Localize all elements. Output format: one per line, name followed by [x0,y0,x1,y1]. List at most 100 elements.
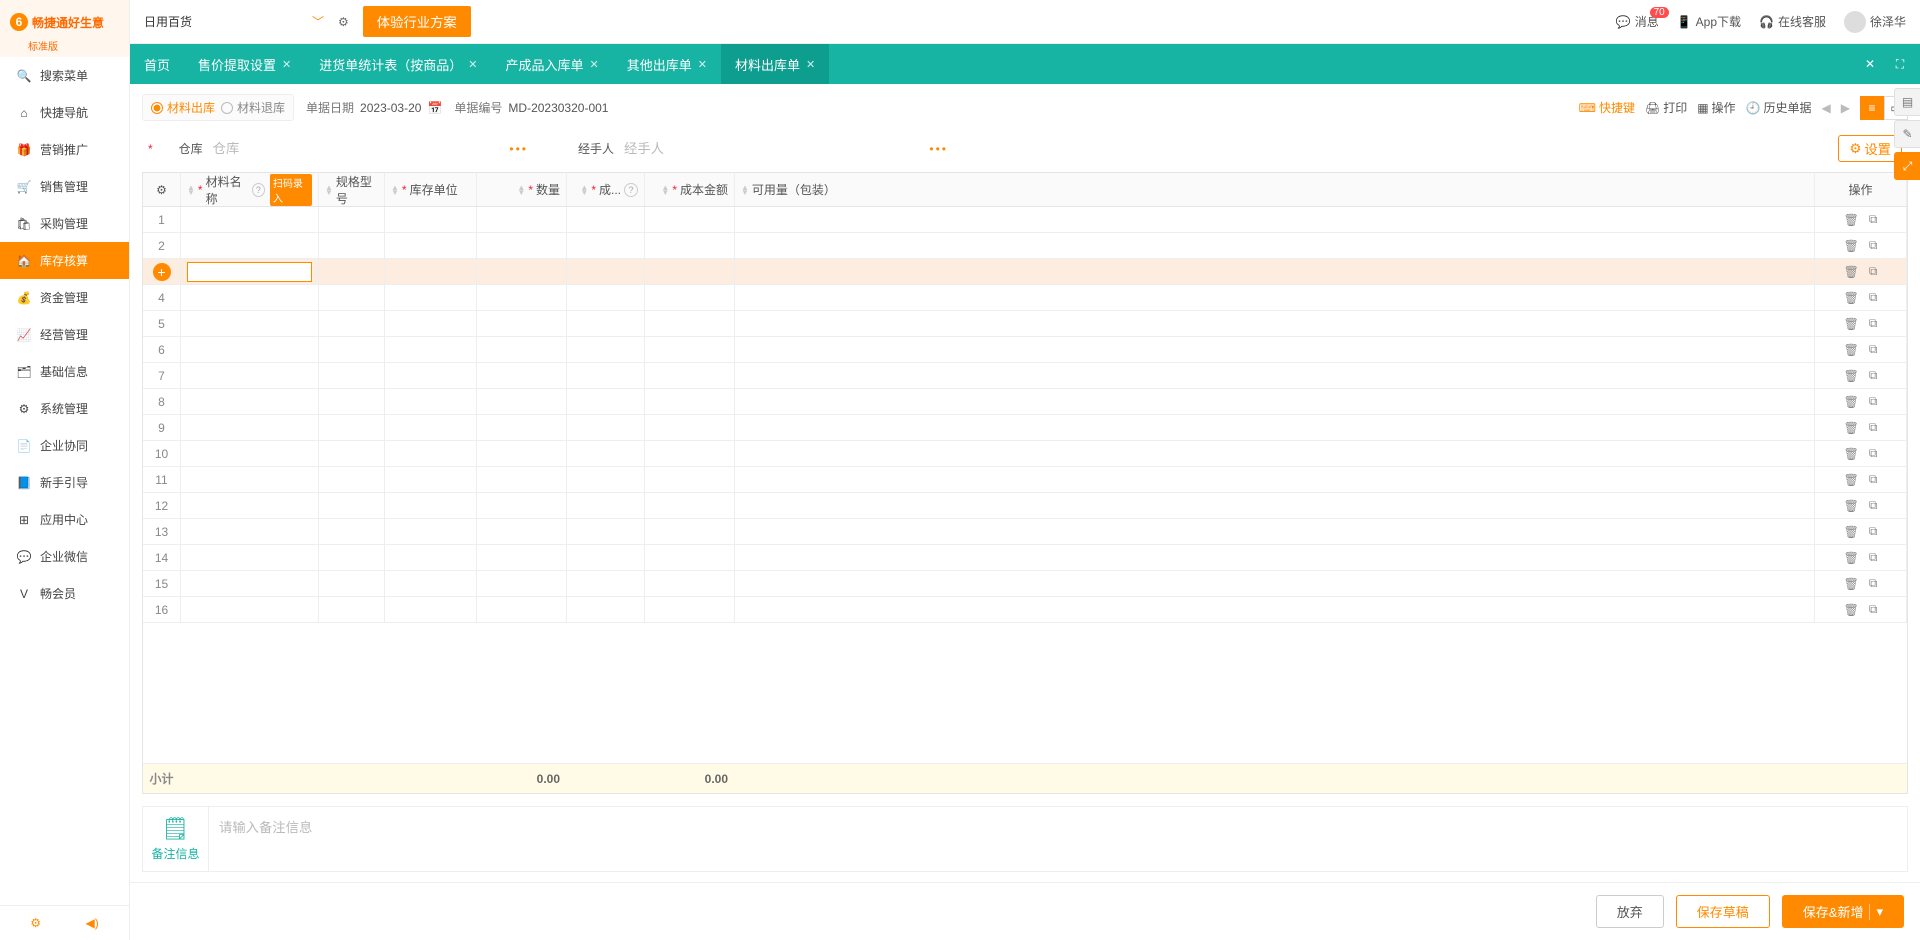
table-row[interactable]: 12🗑⧉ [143,493,1907,519]
col-unit[interactable]: ▲▼ * 库存单位 [385,173,477,206]
add-row-icon[interactable]: + [153,263,171,281]
copy-icon[interactable]: ⧉ [1869,602,1878,617]
copy-icon[interactable]: ⧉ [1869,368,1878,383]
warehouse-picker-icon[interactable]: ••• [509,142,528,156]
col-cost[interactable]: ▲▼ * 成... ? [567,173,645,206]
nav-item[interactable]: V畅会员 [0,575,129,612]
next-icon[interactable]: ▶ [1841,101,1850,115]
delete-icon[interactable]: 🗑 [1844,447,1859,461]
copy-icon[interactable]: ⧉ [1869,316,1878,331]
delete-icon[interactable]: 🗑 [1844,317,1859,331]
table-row[interactable]: 4🗑⧉ [143,285,1907,311]
nav-item[interactable]: 🏠库存核算 [0,242,129,279]
table-row[interactable]: 15🗑⧉ [143,571,1907,597]
table-row[interactable]: 1🗑⧉ [143,207,1907,233]
handler-input[interactable] [622,137,882,161]
col-spec[interactable]: ▲▼ 规格型号 [319,173,385,206]
messages-link[interactable]: 💬 消息 70 [1616,13,1659,30]
table-row[interactable]: + 🗑 ⧉ [143,259,1907,285]
delete-icon[interactable]: 🗑 [1844,577,1859,591]
history-button[interactable]: 🕘历史单据 [1746,99,1812,116]
rail-button-2[interactable]: ✎ [1894,120,1920,148]
help-icon[interactable]: ? [252,183,265,197]
nav-item[interactable]: 💰资金管理 [0,279,129,316]
tab[interactable]: 其他出库单✕ [613,44,721,84]
copy-icon[interactable]: ⧉ [1869,472,1878,487]
delete-icon[interactable]: 🗑 [1844,421,1859,435]
settings-button[interactable]: ⚙设置 [1838,135,1902,162]
radio-material-out[interactable]: 材料出库 [151,99,215,116]
support-link[interactable]: 🎧 在线客服 [1759,13,1826,30]
nav-item[interactable]: 💬企业微信 [0,538,129,575]
ops-button[interactable]: ▦操作 [1697,99,1735,116]
close-icon[interactable]: ✕ [282,58,291,71]
delete-icon[interactable]: 🗑 [1844,291,1859,305]
close-icon[interactable]: ✕ [468,58,477,71]
col-material-name[interactable]: ▲▼ * 材料名称 ? 扫码录入 [181,173,319,206]
view-list-button[interactable]: ≡ [1860,96,1884,120]
print-button[interactable]: 🖨打印 [1645,99,1687,116]
nav-item[interactable]: 📄企业协同 [0,427,129,464]
rail-button-1[interactable]: ▤ [1894,88,1920,116]
copy-icon[interactable]: ⧉ [1869,420,1878,435]
prev-icon[interactable]: ◀ [1822,101,1831,115]
tab[interactable]: 售价提取设置✕ [184,44,305,84]
nav-item[interactable]: ⊞应用中心 [0,501,129,538]
copy-icon[interactable]: ⧉ [1869,524,1878,539]
copy-icon[interactable]: ⧉ [1869,550,1878,565]
copy-icon[interactable]: ⧉ [1869,264,1878,279]
help-icon[interactable]: ? [624,183,638,197]
delete-icon[interactable]: 🗑 [1844,369,1859,383]
gear-icon[interactable]: ⚙ [338,15,349,29]
tab[interactable]: 首页 [130,44,184,84]
close-icon[interactable]: ✕ [806,58,815,71]
save-new-button[interactable]: 保存&新增 ▾ [1782,895,1904,928]
discard-button[interactable]: 放弃 [1596,895,1664,928]
tab-expand-button[interactable]: ⛶ [1886,50,1914,78]
col-config[interactable]: ⚙ [143,173,181,206]
col-available[interactable]: ▲▼ 可用量（包装） [735,173,1815,206]
copy-icon[interactable]: ⧉ [1869,394,1878,409]
nav-item[interactable]: 🛒销售管理 [0,168,129,205]
table-row[interactable]: 14🗑⧉ [143,545,1907,571]
col-qty[interactable]: ▲▼ * 数量 [477,173,567,206]
tab[interactable]: 进货单统计表（按商品）✕ [305,44,491,84]
settings-icon[interactable]: ⚙ [30,916,41,930]
table-row[interactable]: 16🗑⧉ [143,597,1907,623]
nav-item[interactable]: 📘新手引导 [0,464,129,501]
delete-icon[interactable]: 🗑 [1844,603,1859,617]
handler-picker-icon[interactable]: ••• [929,142,948,156]
copy-icon[interactable]: ⧉ [1869,498,1878,513]
nav-item[interactable]: 📈经营管理 [0,316,129,353]
delete-icon[interactable]: 🗑 [1844,239,1859,253]
copy-icon[interactable]: ⧉ [1869,342,1878,357]
table-row[interactable]: 2🗑⧉ [143,233,1907,259]
copy-icon[interactable]: ⧉ [1869,576,1878,591]
user-menu[interactable]: 徐泽华 [1844,11,1906,33]
table-row[interactable]: 5🗑⧉ [143,311,1907,337]
category-dropdown[interactable]: 日用百货 ﹀ [144,13,324,30]
table-row[interactable]: 7🗑⧉ [143,363,1907,389]
warehouse-field[interactable]: * 仓库 ••• [148,137,528,161]
app-download-link[interactable]: 📱 App下载 [1677,13,1741,30]
copy-icon[interactable]: ⧉ [1869,446,1878,461]
doc-date[interactable]: 单据日期 2023-03-20 📅 [306,99,442,116]
scan-tag[interactable]: 扫码录入 [270,174,312,206]
tab[interactable]: 材料出库单✕ [721,44,829,84]
table-row[interactable]: 8🗑⧉ [143,389,1907,415]
nav-item[interactable]: ⌂快捷导航 [0,94,129,131]
tab-close-button[interactable]: ✕ [1856,50,1884,78]
delete-icon[interactable]: 🗑 [1844,265,1859,279]
rail-button-3[interactable]: ⤢ [1894,152,1920,180]
delete-icon[interactable]: 🗑 [1844,551,1859,565]
copy-icon[interactable]: ⧉ [1869,290,1878,305]
table-row[interactable]: 10🗑⧉ [143,441,1907,467]
delete-icon[interactable]: 🗑 [1844,343,1859,357]
col-amount[interactable]: ▲▼ * 成本金额 [645,173,735,206]
tab[interactable]: 产成品入库单✕ [491,44,612,84]
copy-icon[interactable]: ⧉ [1869,212,1878,227]
table-row[interactable]: 11🗑⧉ [143,467,1907,493]
save-draft-button[interactable]: 保存草稿 [1676,895,1770,928]
hotkey-button[interactable]: ⌨快捷键 [1579,99,1635,116]
nav-item[interactable]: ⚙系统管理 [0,390,129,427]
